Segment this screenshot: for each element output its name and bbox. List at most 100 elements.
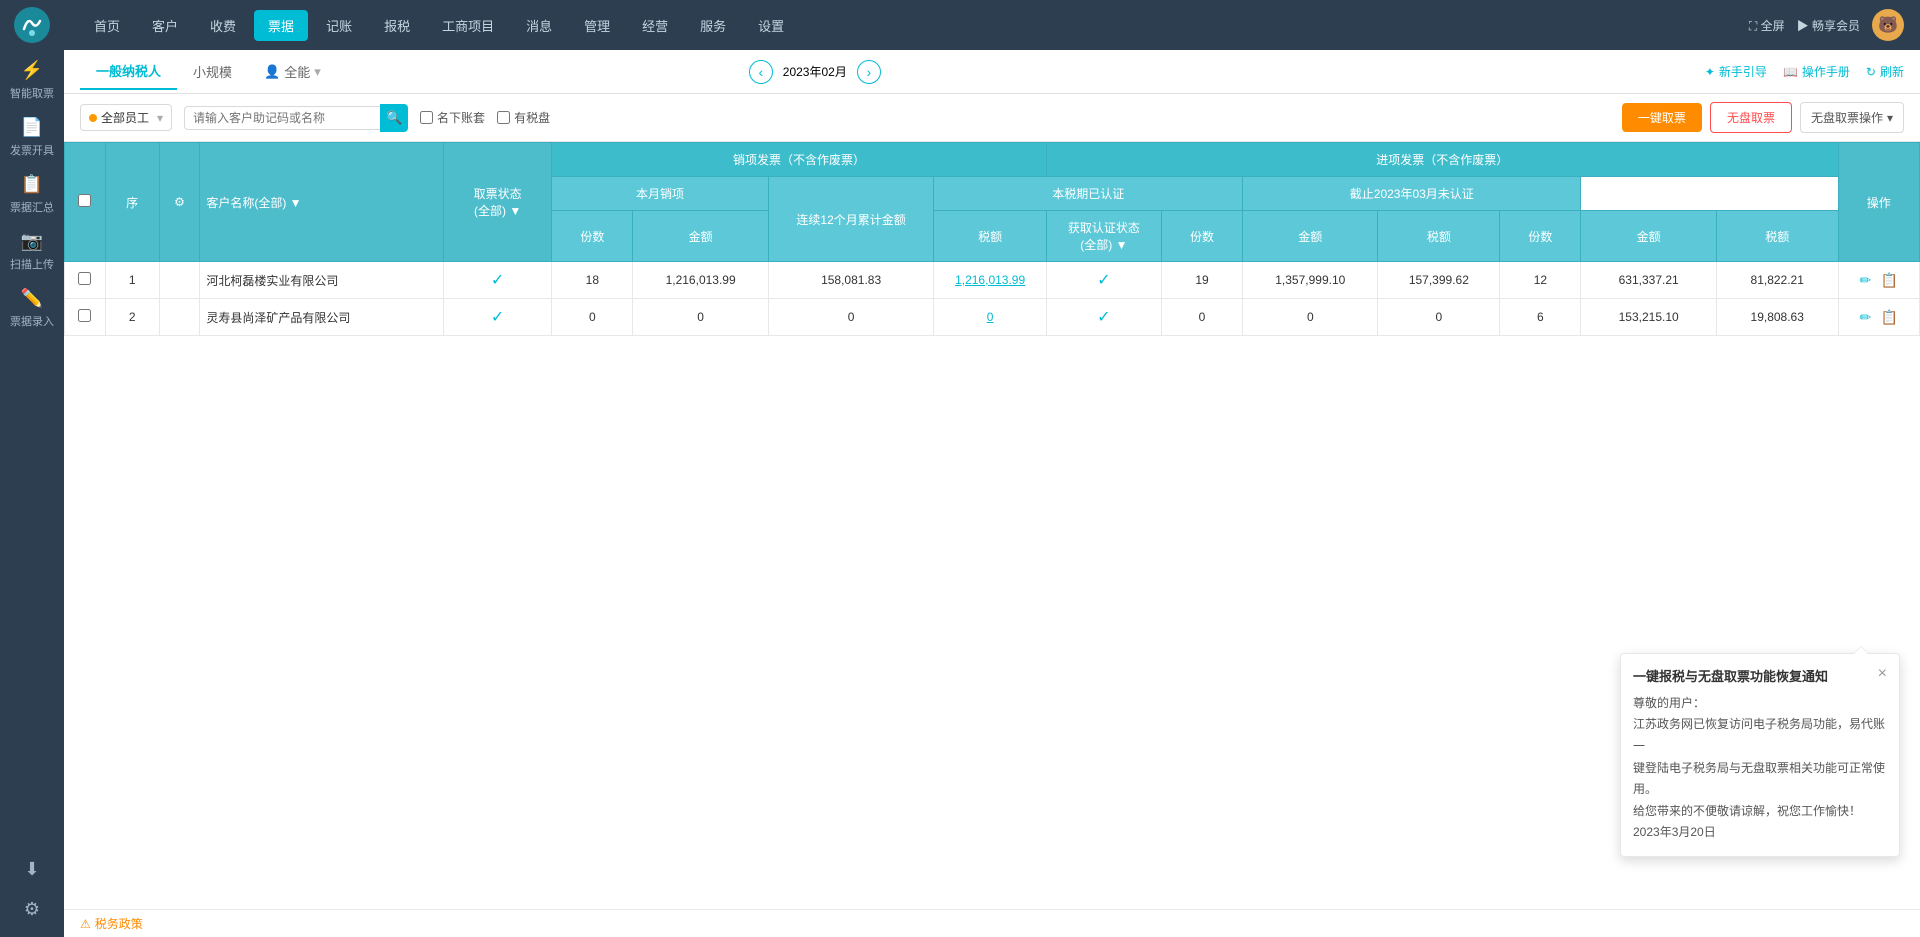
sidebar-settings-btn[interactable]: ⚙ xyxy=(0,891,64,927)
more-btn[interactable]: 无盘取票操作 ▾ xyxy=(1800,102,1904,133)
detail-icon-1[interactable]: 📋 xyxy=(1881,309,1898,325)
detail-icon-0[interactable]: 📋 xyxy=(1881,272,1898,288)
sidebar-download-btn[interactable]: ⬇ xyxy=(0,851,64,887)
topnav-bookkeeping[interactable]: 记账 xyxy=(312,10,366,41)
row-p-tax-0: 157,399.62 xyxy=(1378,262,1500,299)
bottom-bar: ⚠ 税务政策 xyxy=(64,909,1920,937)
sidebar-item-scan-upload[interactable]: 📷 扫描上传 xyxy=(0,221,64,278)
sidebar-item-smart-fetch[interactable]: ⚡ 智能取票 xyxy=(0,50,64,107)
new-guide-link[interactable]: ✦ 新手引导 xyxy=(1705,63,1767,80)
manual-link[interactable]: 📖 操作手册 xyxy=(1783,63,1850,80)
row-p-amount-1: 0 xyxy=(1243,299,1378,336)
row-no-0: 1 xyxy=(105,262,159,299)
fullscreen-btn[interactable]: ⛶ 全屏 xyxy=(1749,17,1785,34)
tab-small[interactable]: 小规模 xyxy=(177,54,248,89)
invoice-open-icon: 📄 xyxy=(21,117,43,138)
row-action-1: ✏ 📋 xyxy=(1838,299,1919,336)
row-gear-1 xyxy=(159,299,200,336)
topnav-message[interactable]: 消息 xyxy=(512,10,566,41)
notification-body: 尊敬的用户：江苏政务网已恢复访问电子税务局功能，易代账一键登陆电子税务局与无盘取… xyxy=(1633,693,1887,844)
th-s-amount: 金额 xyxy=(633,211,768,262)
select-all-checkbox[interactable] xyxy=(78,194,91,207)
row-checkbox-0[interactable] xyxy=(78,272,91,285)
th-checkbox xyxy=(65,143,106,262)
warning-icon: ⚠ xyxy=(80,917,91,931)
notification-title: 一键报税与无盘取票功能恢复通知 xyxy=(1633,666,1828,685)
notification-close-btn[interactable]: × xyxy=(1878,666,1887,682)
th-fetch-status[interactable]: 取票状态(全部) ▼ xyxy=(443,143,551,262)
sidebar-item-invoice-summary[interactable]: 📋 票据汇总 xyxy=(0,164,64,221)
sidebar-item-invoice-entry[interactable]: ✏️ 票据录入 xyxy=(0,278,64,335)
employee-select[interactable]: 全部员工 ▾ xyxy=(80,104,172,131)
row-nc-amount-1: 153,215.10 xyxy=(1581,299,1716,336)
row-fetch-cert-status-1: ✓ xyxy=(1046,299,1161,336)
next-month-btn[interactable]: › xyxy=(857,60,881,84)
search-btn[interactable]: 🔍 xyxy=(380,104,408,132)
th-fetch-cert-status[interactable]: 获取认证状态(全部) ▼ xyxy=(1046,211,1161,262)
row-p-tax-1: 0 xyxy=(1378,299,1500,336)
topnav-operation[interactable]: 经营 xyxy=(628,10,682,41)
topnav-client[interactable]: 客户 xyxy=(138,10,192,41)
tabs-left: 一般纳税人 小规模 👤 全能 ▾ xyxy=(80,53,337,90)
edit-icon-0[interactable]: ✏ xyxy=(1860,272,1872,288)
sidebar-item-invoice-open[interactable]: 📄 发票开具 xyxy=(0,107,64,164)
current-month-label: 2023年02月 xyxy=(783,63,847,80)
row-checkbox-1[interactable] xyxy=(78,309,91,322)
one-click-btn[interactable]: 一键取票 xyxy=(1622,103,1702,132)
prev-month-btn[interactable]: ‹ xyxy=(749,60,773,84)
tab-header: 一般纳税人 小规模 👤 全能 ▾ ‹ 2023年02月 › ✦ 新手引导 📖 操… xyxy=(64,50,1920,94)
search-input[interactable] xyxy=(184,106,384,130)
th-s-tax: 税额 xyxy=(934,211,1046,262)
no-disk-btn[interactable]: 无盘取票 xyxy=(1710,102,1792,133)
sub-checkbox[interactable] xyxy=(420,111,433,124)
th-purchase-group: 进项发票（不含作废票） xyxy=(1046,143,1838,177)
th-nc-count: 份数 xyxy=(1500,211,1581,262)
table-gear-icon[interactable]: ⚙ xyxy=(174,195,185,209)
row-client-name-1: 灵寿县尚泽矿产品有限公司 xyxy=(200,299,444,336)
notification-popup: 一键报税与无盘取票功能恢复通知 × 尊敬的用户：江苏政务网已恢复访问电子税务局功… xyxy=(1620,653,1900,857)
user-avatar[interactable]: 🐻 xyxy=(1872,9,1904,41)
row-action-0: ✏ 📋 xyxy=(1838,262,1919,299)
employee-dot xyxy=(89,114,97,122)
sidebar: ⚡ 智能取票 📄 发票开具 📋 票据汇总 📷 扫描上传 ✏️ 票据录入 ⬇ ⚙ xyxy=(0,0,64,937)
refresh-link[interactable]: ↻ 刷新 xyxy=(1866,63,1904,80)
main-table: 序 ⚙ 客户名称(全部) ▼ 取票状态(全部) ▼ 销项发票（不含作废票） 进项… xyxy=(64,142,1920,336)
sidebar-bottom: ⬇ ⚙ xyxy=(0,851,64,937)
smart-fetch-icon: ⚡ xyxy=(21,60,43,81)
row-no-1: 2 xyxy=(105,299,159,336)
topnav-tax[interactable]: 报税 xyxy=(370,10,424,41)
th-nc-amount: 金额 xyxy=(1581,211,1716,262)
employee-dropdown-icon: ▾ xyxy=(157,111,163,125)
topnav-invoice[interactable]: 票据 xyxy=(254,10,308,41)
topnav-management[interactable]: 管理 xyxy=(570,10,624,41)
sidebar-logo xyxy=(0,0,64,50)
all-tab-icon: 👤 xyxy=(264,64,280,80)
tab-all[interactable]: 👤 全能 ▾ xyxy=(248,54,337,89)
row-cumulative-1: 0 xyxy=(934,299,1046,336)
row-p-amount-0: 1,357,999.10 xyxy=(1243,262,1378,299)
tax-disk-checkbox[interactable] xyxy=(497,111,510,124)
th-client-name[interactable]: 客户名称(全部) ▼ xyxy=(200,143,444,262)
topnav-service[interactable]: 服务 xyxy=(686,10,740,41)
table-row: 2 灵寿县尚泽矿产品有限公司 ✓ 0 0 0 0 ✓ 0 0 0 6 153,2… xyxy=(65,299,1920,336)
sub-checkbox-label[interactable]: 名下账套 xyxy=(420,109,485,126)
tax-disk-checkbox-label[interactable]: 有税盘 xyxy=(497,109,550,126)
th-12month: 连续12个月累计金额 xyxy=(768,177,934,262)
row-s-tax-1: 0 xyxy=(768,299,934,336)
topnav-right: ⛶ 全屏 ▶ 畅享会员 🐻 xyxy=(1749,9,1904,41)
row-s-count-0: 18 xyxy=(552,262,633,299)
member-btn[interactable]: ▶ 畅享会员 xyxy=(1797,17,1860,34)
th-nc-tax: 税额 xyxy=(1716,211,1838,262)
th-p-count: 份数 xyxy=(1161,211,1242,262)
tax-policy-link[interactable]: ⚠ 税务政策 xyxy=(80,915,143,932)
topnav-billing[interactable]: 收费 xyxy=(196,10,250,41)
topnav-settings[interactable]: 设置 xyxy=(744,10,798,41)
table-row: 1 河北柯磊楼实业有限公司 ✓ 18 1,216,013.99 158,081.… xyxy=(65,262,1920,299)
tab-all-dropdown-icon: ▾ xyxy=(314,64,321,80)
row-client-name-0: 河北柯磊楼实业有限公司 xyxy=(200,262,444,299)
tab-general[interactable]: 一般纳税人 xyxy=(80,53,177,90)
edit-icon-1[interactable]: ✏ xyxy=(1860,309,1872,325)
row-gear-0 xyxy=(159,262,200,299)
topnav-home[interactable]: 首页 xyxy=(80,10,134,41)
topnav-industry[interactable]: 工商项目 xyxy=(428,10,508,41)
